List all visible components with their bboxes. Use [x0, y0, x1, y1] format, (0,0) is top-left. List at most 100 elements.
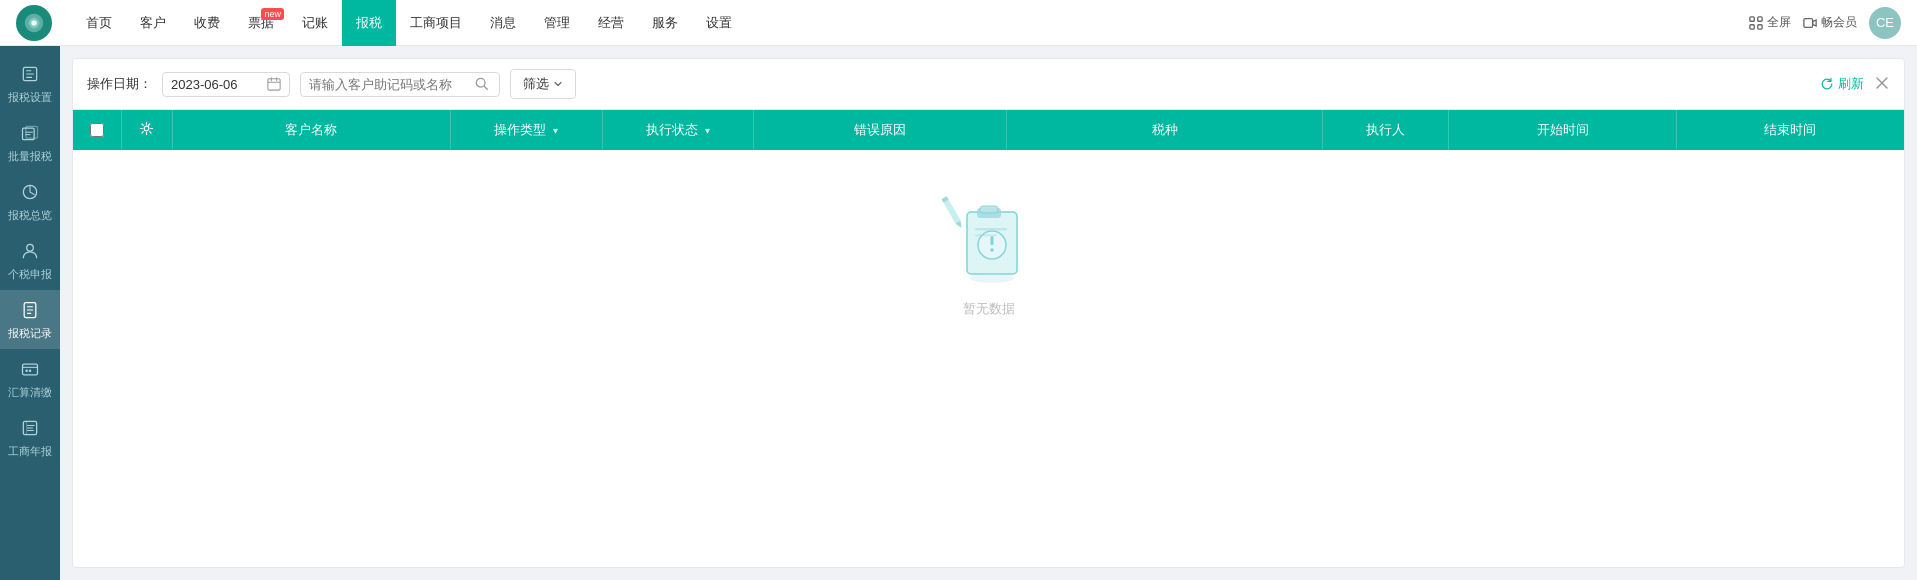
empty-state: 暂无数据 [73, 150, 1904, 358]
annual-report-icon [20, 418, 40, 440]
svg-rect-25 [980, 206, 998, 213]
data-table: 客户名称 操作类型 ▾ 执行状态 ▾ 错误原因 [73, 110, 1904, 150]
top-nav: 首页客户收费票据new记账报税工商项目消息管理经营服务设置 全屏 畅会员 CE [0, 0, 1917, 46]
svg-rect-30 [975, 234, 997, 237]
svg-point-14 [29, 369, 32, 372]
fullscreen-btn[interactable]: 全屏 [1749, 14, 1791, 31]
sidebar-item-annual-report[interactable]: 工商年报 [0, 408, 60, 467]
tax-summary-icon [20, 182, 40, 204]
nav-item-message[interactable]: 消息 [476, 0, 530, 46]
filter-button[interactable]: 筛选 [510, 69, 576, 99]
empty-illustration [939, 190, 1039, 300]
svg-point-28 [990, 248, 994, 252]
fullscreen-icon [1749, 16, 1763, 30]
sidebar-item-label: 汇算清缴 [8, 385, 52, 400]
svg-rect-1 [1750, 16, 1754, 20]
sidebar-item-label: 报税记录 [8, 326, 52, 341]
nav-item-accounting[interactable]: 记账 [288, 0, 342, 46]
toolbar: 操作日期： 筛选 [73, 59, 1904, 110]
member-btn[interactable]: 畅会员 [1803, 14, 1857, 31]
search-box[interactable] [300, 72, 500, 97]
search-input[interactable] [309, 77, 469, 92]
nav-items: 首页客户收费票据new记账报税工商项目消息管理经营服务设置 [72, 0, 1749, 46]
sidebar: 报税设置批量报税报税总览个税申报报税记录汇算清缴工商年报 [0, 46, 60, 580]
svg-point-13 [25, 369, 28, 372]
video-icon [1803, 16, 1817, 30]
svg-point-18 [145, 126, 150, 131]
settings-icon[interactable] [139, 121, 154, 136]
sidebar-item-label: 报税设置 [8, 90, 52, 105]
svg-point-31 [970, 273, 1014, 283]
sidebar-item-label: 工商年报 [8, 444, 52, 459]
tax-records-icon [20, 300, 40, 322]
filter-label: 筛选 [523, 75, 549, 93]
nav-item-tax[interactable]: 报税 [342, 0, 396, 46]
op-type-sort-icon[interactable]: ▾ [553, 125, 558, 136]
date-picker[interactable] [162, 72, 290, 97]
th-error-reason: 错误原因 [754, 110, 1007, 150]
date-label: 操作日期： [87, 75, 152, 93]
avatar-text: CE [1876, 15, 1894, 30]
sidebar-item-tax-settings[interactable]: 报税设置 [0, 54, 60, 113]
th-setting [122, 110, 173, 150]
personal-tax-icon [20, 241, 40, 263]
th-tax-type: 税种 [1007, 110, 1323, 150]
main-layout: 报税设置批量报税报税总览个税申报报税记录汇算清缴工商年报 操作日期： [0, 46, 1917, 580]
nav-item-service[interactable]: 服务 [638, 0, 692, 46]
sidebar-item-label: 报税总览 [8, 208, 52, 223]
app-logo[interactable] [16, 5, 52, 41]
sidebar-item-tax-records[interactable]: 报税记录 [0, 290, 60, 349]
calendar-icon [267, 77, 281, 91]
th-customer-name: 客户名称 [172, 110, 450, 150]
date-input[interactable] [171, 77, 261, 92]
settlement-icon [20, 359, 40, 381]
sidebar-item-label: 批量报税 [8, 149, 52, 164]
nav-item-settings[interactable]: 设置 [692, 0, 746, 46]
exec-status-sort-icon[interactable]: ▾ [705, 125, 710, 136]
chevron-down-icon [553, 79, 563, 89]
svg-rect-29 [975, 228, 1007, 231]
sidebar-item-tax-summary[interactable]: 报税总览 [0, 172, 60, 231]
nav-item-operation[interactable]: 经营 [584, 0, 638, 46]
svg-rect-16 [268, 79, 280, 90]
select-all-checkbox[interactable] [90, 123, 104, 137]
tax-settings-icon [20, 64, 40, 86]
nav-item-business[interactable]: 工商项目 [396, 0, 476, 46]
nav-item-customer[interactable]: 客户 [126, 0, 180, 46]
new-badge: new [261, 8, 284, 21]
nav-item-invoice[interactable]: 票据new [234, 0, 288, 46]
svg-point-0 [31, 20, 37, 26]
th-op-type: 操作类型 ▾ [450, 110, 602, 150]
nav-item-billing[interactable]: 收费 [180, 0, 234, 46]
nav-item-management[interactable]: 管理 [530, 0, 584, 46]
nav-item-home[interactable]: 首页 [72, 0, 126, 46]
sidebar-item-personal-tax[interactable]: 个税申报 [0, 231, 60, 290]
svg-rect-4 [1758, 24, 1762, 28]
table-header: 客户名称 操作类型 ▾ 执行状态 ▾ 错误原因 [73, 110, 1904, 150]
search-icon [475, 77, 489, 91]
svg-rect-2 [1758, 16, 1762, 20]
refresh-label: 刷新 [1838, 75, 1864, 93]
member-label: 畅会员 [1821, 14, 1857, 31]
th-start-time: 开始时间 [1449, 110, 1677, 150]
avatar[interactable]: CE [1869, 7, 1901, 39]
th-exec-status: 执行状态 ▾ [602, 110, 754, 150]
empty-text: 暂无数据 [963, 300, 1015, 318]
table-container: 操作日期： 筛选 [72, 58, 1905, 568]
refresh-button[interactable]: 刷新 [1820, 75, 1864, 93]
th-checkbox [73, 110, 122, 150]
svg-rect-5 [1804, 18, 1813, 27]
close-button[interactable] [1874, 75, 1890, 94]
refresh-icon [1820, 77, 1834, 91]
sidebar-item-batch-tax[interactable]: 批量报税 [0, 113, 60, 172]
svg-rect-27 [990, 236, 993, 245]
svg-rect-3 [1750, 24, 1754, 28]
table-body-scroll: 暂无数据 [73, 150, 1904, 567]
svg-point-10 [27, 244, 34, 251]
sidebar-item-label: 个税申报 [8, 267, 52, 282]
content-area: 操作日期： 筛选 [60, 46, 1917, 580]
th-executor: 执行人 [1323, 110, 1449, 150]
close-icon [1874, 75, 1890, 91]
sidebar-item-settlement[interactable]: 汇算清缴 [0, 349, 60, 408]
batch-tax-icon [20, 123, 40, 145]
